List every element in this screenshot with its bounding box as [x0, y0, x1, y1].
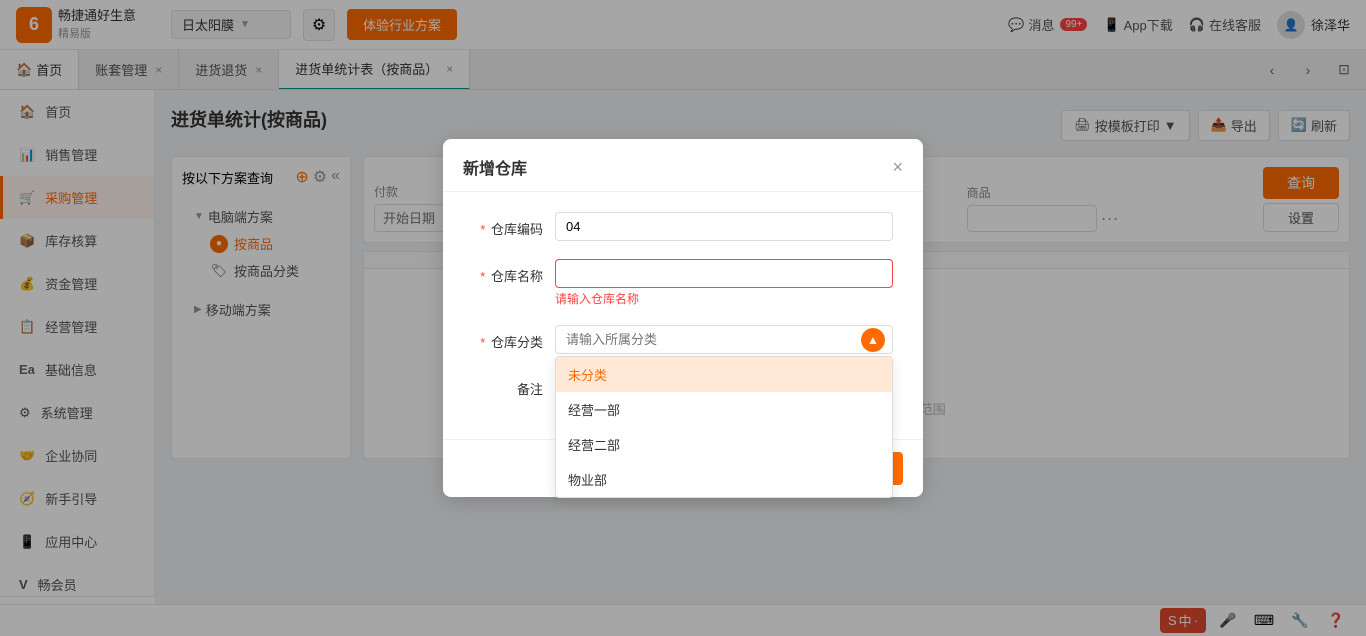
warehouse-code-label: * 仓库编码 — [473, 212, 543, 238]
dialog-title: 新增仓库 — [463, 155, 527, 179]
category-toggle-button[interactable]: ▲ — [861, 328, 885, 352]
category-option-dept2[interactable]: 经营二部 — [556, 427, 892, 462]
warehouse-name-wrap: 请输入仓库名称 — [555, 259, 893, 307]
category-input[interactable] — [555, 325, 893, 354]
category-option-property[interactable]: 物业部 — [556, 462, 892, 497]
warehouse-category-label: * 仓库分类 — [473, 325, 543, 351]
dialog-close-button[interactable]: × — [892, 158, 903, 176]
required-star-name: * — [480, 269, 485, 284]
warehouse-name-input[interactable] — [555, 259, 893, 288]
add-warehouse-dialog: 新增仓库 × * 仓库编码 * 仓库名称 请输入仓库名称 — [443, 139, 923, 497]
warehouse-name-error: 请输入仓库名称 — [555, 290, 893, 307]
category-option-unclassified[interactable]: 未分类 — [556, 357, 892, 392]
warehouse-category-row: * 仓库分类 ▲ 未分类 经营一部 经营二部 物业部 — [473, 325, 893, 354]
warehouse-code-row: * 仓库编码 — [473, 212, 893, 241]
remark-label: 备注 — [473, 372, 543, 398]
category-option-dept1[interactable]: 经营一部 — [556, 392, 892, 427]
dialog-overlay: 新增仓库 × * 仓库编码 * 仓库名称 请输入仓库名称 — [0, 0, 1366, 636]
required-star: * — [480, 222, 485, 237]
category-dropdown: 未分类 经营一部 经营二部 物业部 — [555, 356, 893, 498]
dialog-header: 新增仓库 × — [443, 139, 923, 192]
dialog-body: * 仓库编码 * 仓库名称 请输入仓库名称 * — [443, 192, 923, 439]
warehouse-name-label: * 仓库名称 — [473, 259, 543, 285]
category-input-wrap: ▲ 未分类 经营一部 经营二部 物业部 — [555, 325, 893, 354]
warehouse-name-row: * 仓库名称 请输入仓库名称 — [473, 259, 893, 307]
required-star-cat: * — [480, 335, 485, 350]
warehouse-code-input[interactable] — [555, 212, 893, 241]
